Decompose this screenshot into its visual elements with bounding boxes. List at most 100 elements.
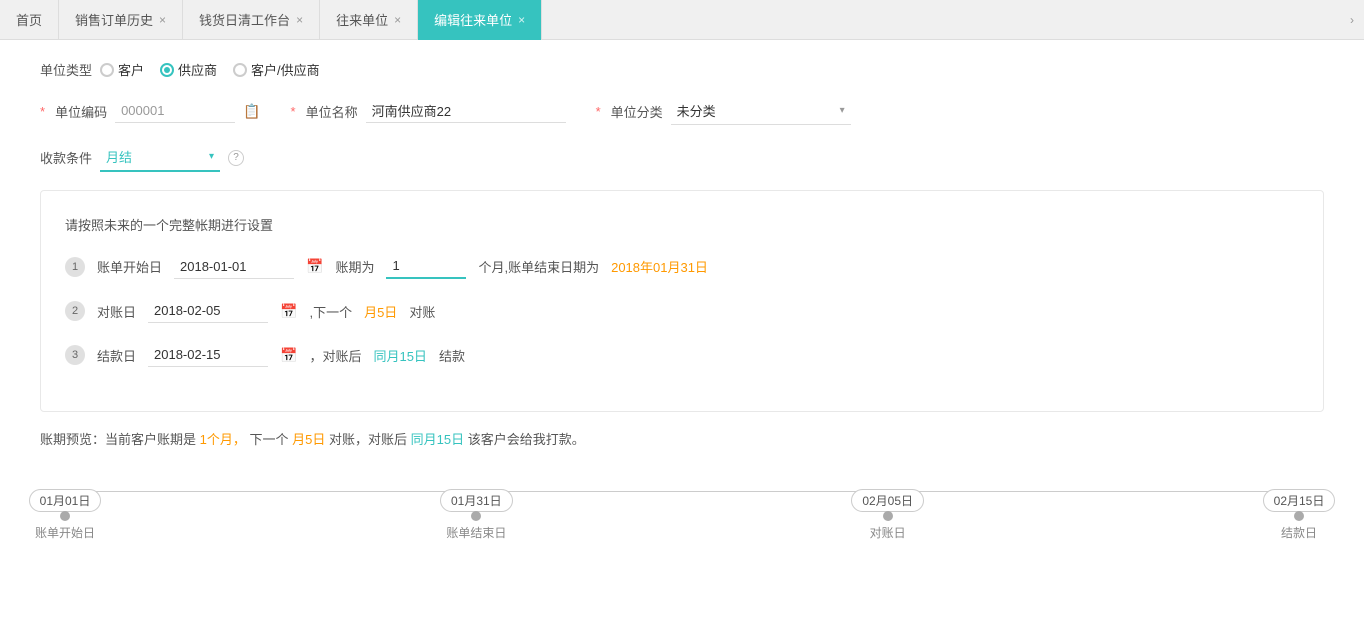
timeline-points-row: 01月01日 账单开始日 01月31日 账单结束日 02月05日 [60, 501, 1304, 551]
tab-edit-partner[interactable]: 编辑往来单位 × [418, 0, 542, 40]
timeline-sublabel-2: 对账日 [870, 524, 906, 541]
tab-partner-units[interactable]: 往来单位 × [320, 0, 418, 40]
unit-name-star: * [291, 104, 296, 119]
preview-payment-day: 同月15日 [411, 432, 464, 447]
preview-section: 账期预览：当前客户账期是 1个月， 下一个 月5日 对账，对账后 同月15日 该… [40, 428, 1324, 607]
tab-edit-partner-label: 编辑往来单位 [434, 10, 512, 29]
tab-sales-history-label: 销售订单历史 [75, 10, 153, 29]
radio-supplier-circle [160, 63, 174, 77]
unit-category-chevron: ▾ [840, 105, 845, 116]
preview-suffix: 该客户会给我打款。 [468, 432, 585, 447]
unit-category-star: * [596, 104, 601, 119]
payment-condition-value: 月结 [106, 147, 132, 166]
tab-home[interactable]: 首页 [0, 0, 59, 40]
preview-reconcile-prefix: 下一个 [250, 432, 289, 447]
radio-both-circle [233, 63, 247, 77]
unit-type-row: 单位类型 客户 供应商 客户/供应商 [40, 60, 1324, 79]
period-num-2: 2 [65, 301, 85, 321]
timeline-point-2: 02月05日 对账日 [883, 511, 893, 521]
preview-text: 账期预览：当前客户账期是 1个月， 下一个 月5日 对账，对账后 同月15日 该… [40, 428, 1324, 451]
period-payment-calendar-icon[interactable]: 📅 [280, 347, 297, 364]
unit-type-label: 单位类型 [40, 60, 92, 79]
close-edit-partner-icon[interactable]: × [518, 13, 525, 27]
period-payment-day-highlight: 同月15日 [373, 346, 426, 365]
preview-months-highlight: 1个月， [200, 432, 246, 447]
unit-name-input[interactable] [366, 99, 566, 123]
payment-condition-row: 收款条件 月结 ▾ ? [40, 143, 1324, 172]
timeline: 01月01日 账单开始日 01月31日 账单结束日 02月05日 [50, 471, 1314, 591]
timeline-dot-1 [471, 511, 481, 521]
unit-category-select[interactable]: 未分类 ▾ [671, 97, 851, 125]
period-start-label: 账单开始日 [97, 257, 162, 276]
unit-details-row: * 单位编码 📋 * 单位名称 * 单位分类 未分类 ▾ [40, 97, 1324, 125]
close-sales-history-icon[interactable]: × [159, 13, 166, 27]
tab-cash-work[interactable]: 钱货日清工作台 × [183, 0, 320, 40]
radio-customer[interactable]: 客户 [100, 60, 144, 79]
payment-condition-label: 收款条件 [40, 148, 92, 167]
period-row-1: 1 账单开始日 📅 账期为 个月,账单结束日期为 2018年01月31日 [65, 254, 1299, 279]
radio-supplier[interactable]: 供应商 [160, 60, 217, 79]
unit-category-label: 单位分类 [611, 102, 663, 121]
timeline-line [50, 491, 1314, 492]
timeline-point-0: 01月01日 账单开始日 [60, 511, 70, 521]
period-start-calendar-icon[interactable]: 📅 [306, 258, 323, 275]
tab-arrow[interactable]: › [1340, 13, 1364, 27]
period-months-unit: 个月,账单结束日期为 [478, 257, 599, 276]
radio-supplier-label: 供应商 [178, 60, 217, 79]
period-payment-label: 结款日 [97, 346, 136, 365]
period-reconcile-date-input[interactable] [148, 299, 268, 323]
timeline-dot-0 [60, 511, 70, 521]
timeline-badge-1: 01月31日 [440, 489, 513, 512]
preview-prefix: 账期预览：当前客户账期是 [40, 432, 196, 447]
tab-cash-work-label: 钱货日清工作台 [199, 10, 290, 29]
period-start-date-input[interactable] [174, 255, 294, 279]
timeline-sublabel-3: 结款日 [1281, 524, 1317, 541]
period-start-suffix: 账期为 [335, 257, 374, 276]
radio-customer-label: 客户 [118, 60, 144, 79]
tab-bar: 首页 销售订单历史 × 钱货日清工作台 × 往来单位 × 编辑往来单位 × › [0, 0, 1364, 40]
timeline-sublabel-1: 账单结束日 [446, 524, 506, 541]
tab-sales-history[interactable]: 销售订单历史 × [59, 0, 183, 40]
period-box-title: 请按照未来的一个完整帐期进行设置 [65, 215, 1299, 234]
period-reconcile-label: 对账日 [97, 302, 136, 321]
unit-category-group: * 单位分类 未分类 ▾ [596, 97, 851, 125]
period-config-box: 请按照未来的一个完整帐期进行设置 1 账单开始日 📅 账期为 个月,账单结束日期… [40, 190, 1324, 412]
period-reconcile-suffix: 对账 [409, 302, 435, 321]
payment-condition-select[interactable]: 月结 ▾ [100, 143, 220, 172]
unit-name-group: * 单位名称 [291, 99, 566, 123]
unit-code-group: * 单位编码 📋 [40, 99, 261, 123]
period-reconcile-day-highlight: 月5日 [364, 302, 397, 321]
period-row-3: 3 结款日 📅 ，对账后 同月15日 结款 [65, 343, 1299, 367]
main-content: 单位类型 客户 供应商 客户/供应商 * 单位编码 [0, 40, 1364, 627]
preview-reconcile-day: 月5日 [292, 432, 325, 447]
timeline-dot-2 [883, 511, 893, 521]
radio-customer-circle [100, 63, 114, 77]
unit-type-group: 单位类型 客户 供应商 客户/供应商 [40, 60, 320, 79]
timeline-point-3: 02月15日 结款日 [1294, 511, 1304, 521]
unit-code-input[interactable] [115, 99, 235, 123]
help-icon[interactable]: ? [228, 150, 244, 166]
copy-icon[interactable]: 📋 [243, 103, 260, 120]
timeline-sublabel-0: 账单开始日 [35, 524, 95, 541]
unit-code-star: * [40, 104, 45, 119]
period-payment-suffix: 结款 [439, 346, 465, 365]
period-num-3: 3 [65, 345, 85, 365]
close-cash-work-icon[interactable]: × [296, 13, 303, 27]
period-months-input[interactable] [386, 254, 466, 279]
timeline-badge-3: 02月15日 [1263, 489, 1336, 512]
period-reconcile-calendar-icon[interactable]: 📅 [280, 303, 297, 320]
period-num-1: 1 [65, 257, 85, 277]
timeline-point-1: 01月31日 账单结束日 [471, 511, 481, 521]
unit-code-label: 单位编码 [55, 102, 107, 121]
radio-both[interactable]: 客户/供应商 [233, 60, 320, 79]
timeline-dot-3 [1294, 511, 1304, 521]
unit-category-value: 未分类 [677, 101, 716, 120]
period-payment-date-input[interactable] [148, 343, 268, 367]
close-partner-units-icon[interactable]: × [394, 13, 401, 27]
timeline-badge-2: 02月05日 [851, 489, 924, 512]
preview-reconcile-suffix: 对账，对账后 [329, 432, 407, 447]
unit-type-radio-group: 客户 供应商 客户/供应商 [100, 60, 320, 79]
timeline-badge-0: 01月01日 [29, 489, 102, 512]
period-reconcile-prefix: ,下一个 [309, 302, 352, 321]
period-payment-prefix: ，对账后 [309, 346, 361, 365]
